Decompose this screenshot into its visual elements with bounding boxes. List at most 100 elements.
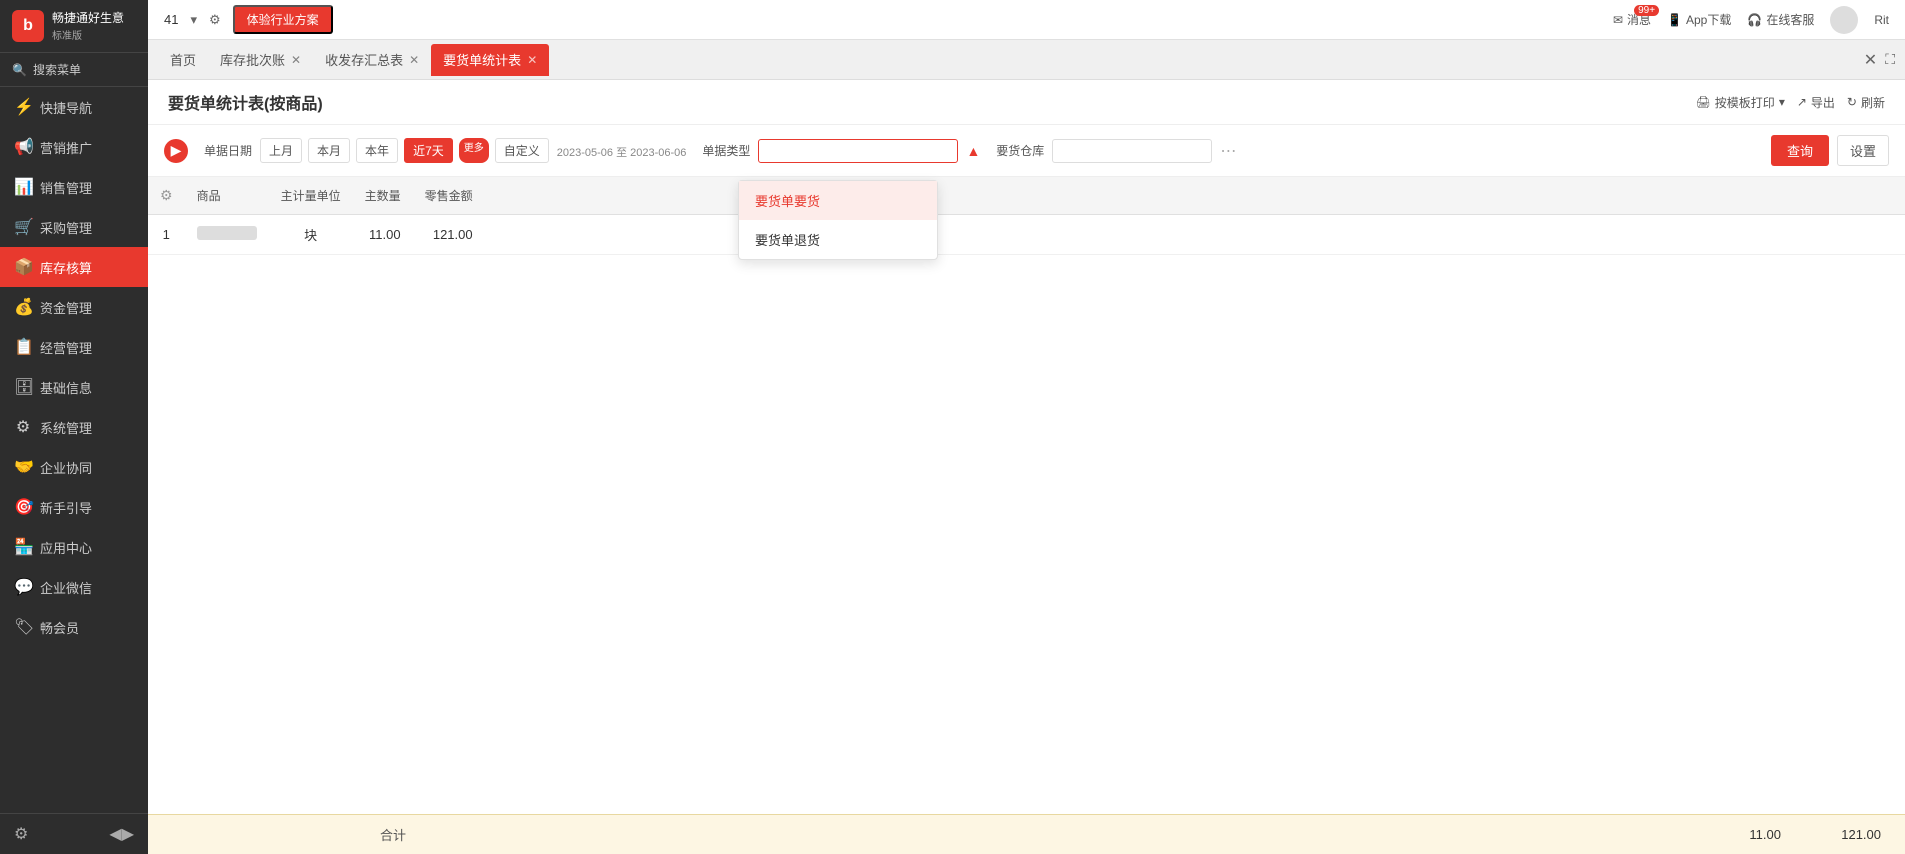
date-btn-recent-7[interactable]: 近7天 (404, 138, 453, 163)
sidebar-item-label: 企业微信 (40, 578, 92, 597)
sidebar-item-finance[interactable]: 💰 资金管理 (0, 287, 148, 327)
purchase-icon: 🛒 (14, 217, 32, 237)
appstore-icon: 🏪 (14, 537, 32, 557)
sidebar-item-member[interactable]: 🏷 畅会员 (0, 607, 148, 647)
member-icon: 🏷 (14, 617, 32, 637)
date-more-badge[interactable]: 更多 (459, 138, 489, 163)
warehouse-more-icon[interactable]: ⋯ (1220, 141, 1236, 161)
sidebar-item-purchase[interactable]: 🛒 采购管理 (0, 207, 148, 247)
date-btn-custom[interactable]: 自定义 (495, 138, 549, 163)
basic-icon: 🗄 (14, 377, 32, 397)
tab-batch-inventory[interactable]: 库存批次账 ✕ (208, 44, 313, 76)
app-version: 标准版 (52, 27, 124, 42)
col-goods: 商品 (185, 177, 269, 215)
main-area: 41 ▾ ⚙ 体验行业方案 ✉ 消息 99+ 📱 App下载 🎧 在线客服 Ri… (148, 0, 1905, 854)
app-logo: b 畅捷通好生意 标准版 (0, 0, 148, 53)
sidebar-item-appstore[interactable]: 🏪 应用中心 (0, 527, 148, 567)
tab-home-label: 首页 (170, 50, 196, 69)
cell-unit: 块 (269, 215, 353, 255)
app-download-button[interactable]: 📱 App下载 (1667, 11, 1731, 28)
date-btn-prev-month[interactable]: 上月 (260, 138, 302, 163)
print-label: 按模板打印 (1715, 94, 1775, 111)
sidebar-item-label: 资金管理 (40, 298, 92, 317)
sidebar-bottom: ⚙ ◀▶ (0, 813, 148, 854)
app-icon: 📱 (1667, 13, 1682, 27)
sidebar-item-inventory[interactable]: 📦 库存核算 (0, 247, 148, 287)
page-actions: 🖨 按模板打印 ▾ ↗ 导出 ↻ 刷新 (1696, 94, 1885, 111)
filter-bar: ▶ 单据日期 上月 本月 本年 近7天 更多 自定义 2023-05-06 至 … (148, 125, 1905, 177)
filter-actions: 查询 设置 (1771, 135, 1889, 166)
sidebar-item-wechat[interactable]: 💬 企业微信 (0, 567, 148, 607)
message-button[interactable]: ✉ 消息 99+ (1613, 11, 1651, 28)
warehouse-filter-input[interactable] (1052, 139, 1212, 163)
print-button[interactable]: 🖨 按模板打印 ▾ (1696, 94, 1785, 111)
system-icon: ⚙ (14, 417, 32, 437)
enterprise-icon: 🤝 (14, 457, 32, 477)
col-settings[interactable]: ⚙ (148, 177, 185, 215)
tab-recv-summary-close[interactable]: ✕ (409, 53, 419, 67)
header-settings-icon[interactable]: ▾ (190, 12, 197, 28)
footer-qty: 11.00 (1693, 827, 1793, 842)
table-header-row: ⚙ 商品 主计量单位 主数量 零售金额 (148, 177, 1905, 215)
table-settings-icon[interactable]: ⚙ (160, 187, 173, 203)
customer-service-button[interactable]: 🎧 在线客服 (1747, 11, 1814, 28)
cell-goods (185, 215, 269, 255)
tab-close-all-icon[interactable]: ✕ (1864, 50, 1877, 70)
date-btn-curr-year[interactable]: 本年 (356, 138, 398, 163)
col-extra (485, 177, 1905, 215)
sidebar-item-operations[interactable]: 📋 经营管理 (0, 327, 148, 367)
tab-bar-actions: ✕ ⛶ (1864, 50, 1895, 70)
col-qty: 主数量 (353, 177, 413, 215)
refresh-label: 刷新 (1861, 94, 1885, 111)
header-gear-icon[interactable]: ⚙ (209, 12, 221, 28)
type-chevron-up-icon[interactable]: ▲ (966, 143, 980, 159)
sidebar-item-enterprise[interactable]: 🤝 企业协同 (0, 447, 148, 487)
tab-order-stats-close[interactable]: ✕ (527, 53, 537, 67)
query-button[interactable]: 查询 (1771, 135, 1829, 166)
sidebar-search[interactable]: 🔍 搜索菜单 (0, 53, 148, 87)
top-header: 41 ▾ ⚙ 体验行业方案 ✉ 消息 99+ 📱 App下载 🎧 在线客服 Ri… (148, 0, 1905, 40)
wechat-icon: 💬 (14, 577, 32, 597)
header-left: 41 ▾ ⚙ 体验行业方案 (164, 5, 333, 34)
refresh-button[interactable]: ↻ 刷新 (1847, 94, 1885, 111)
tab-expand-icon[interactable]: ⛶ (1885, 51, 1895, 68)
export-button[interactable]: ↗ 导出 (1797, 94, 1835, 111)
sidebar-item-label: 经营管理 (40, 338, 92, 357)
tab-batch-inventory-close[interactable]: ✕ (291, 53, 301, 67)
tab-order-stats[interactable]: 要货单统计表 ✕ (431, 44, 549, 76)
sidebar-item-label: 系统管理 (40, 418, 92, 437)
guide-icon: 🎯 (14, 497, 32, 517)
sidebar-item-marketing[interactable]: 📢 营销推广 (0, 127, 148, 167)
dropdown-item-order-return[interactable]: 要货单退货 (739, 220, 937, 259)
dropdown-item-order-goods[interactable]: 要货单要货 (739, 181, 937, 220)
type-filter-input[interactable] (758, 139, 958, 163)
message-badge: 99+ (1634, 5, 1659, 16)
sidebar-item-basic[interactable]: 🗄 基础信息 (0, 367, 148, 407)
logo-icon: b (12, 10, 44, 42)
filter-expand-button[interactable]: ▶ (164, 139, 188, 163)
collapse-icon[interactable]: ◀▶ (109, 824, 134, 844)
tab-bar: 首页 库存批次账 ✕ 收发存汇总表 ✕ 要货单统计表 ✕ ✕ ⛶ (148, 40, 1905, 80)
print-icon: 🖨 (1696, 95, 1711, 109)
tab-recv-summary[interactable]: 收发存汇总表 ✕ (313, 44, 431, 76)
operations-icon: 📋 (14, 337, 32, 357)
sidebar-item-guide[interactable]: 🎯 新手引导 (0, 487, 148, 527)
sidebar-item-label: 新手引导 (40, 498, 92, 517)
sidebar-item-system[interactable]: ⚙ 系统管理 (0, 407, 148, 447)
date-btn-curr-month[interactable]: 本月 (308, 138, 350, 163)
sidebar-item-quick-nav[interactable]: ⚡ 快捷导航 (0, 87, 148, 127)
sidebar-item-label: 销售管理 (40, 178, 92, 197)
trial-button[interactable]: 体验行业方案 (233, 5, 333, 34)
settings-button[interactable]: 设置 (1837, 135, 1889, 166)
settings-icon[interactable]: ⚙ (14, 824, 28, 844)
col-unit: 主计量单位 (269, 177, 353, 215)
footer-label: 合计 (160, 825, 406, 844)
sidebar-item-sales[interactable]: 📊 销售管理 (0, 167, 148, 207)
type-filter-group: 单据类型 ▲ (702, 139, 980, 163)
data-table: ⚙ 商品 主计量单位 主数量 零售金额 1 (148, 177, 1905, 255)
date-filter-label: 单据日期 (204, 142, 252, 159)
user-avatar[interactable] (1830, 6, 1858, 34)
cell-qty: 11.00 (353, 215, 413, 255)
cell-extra (485, 215, 1905, 255)
tab-home[interactable]: 首页 (158, 44, 208, 76)
